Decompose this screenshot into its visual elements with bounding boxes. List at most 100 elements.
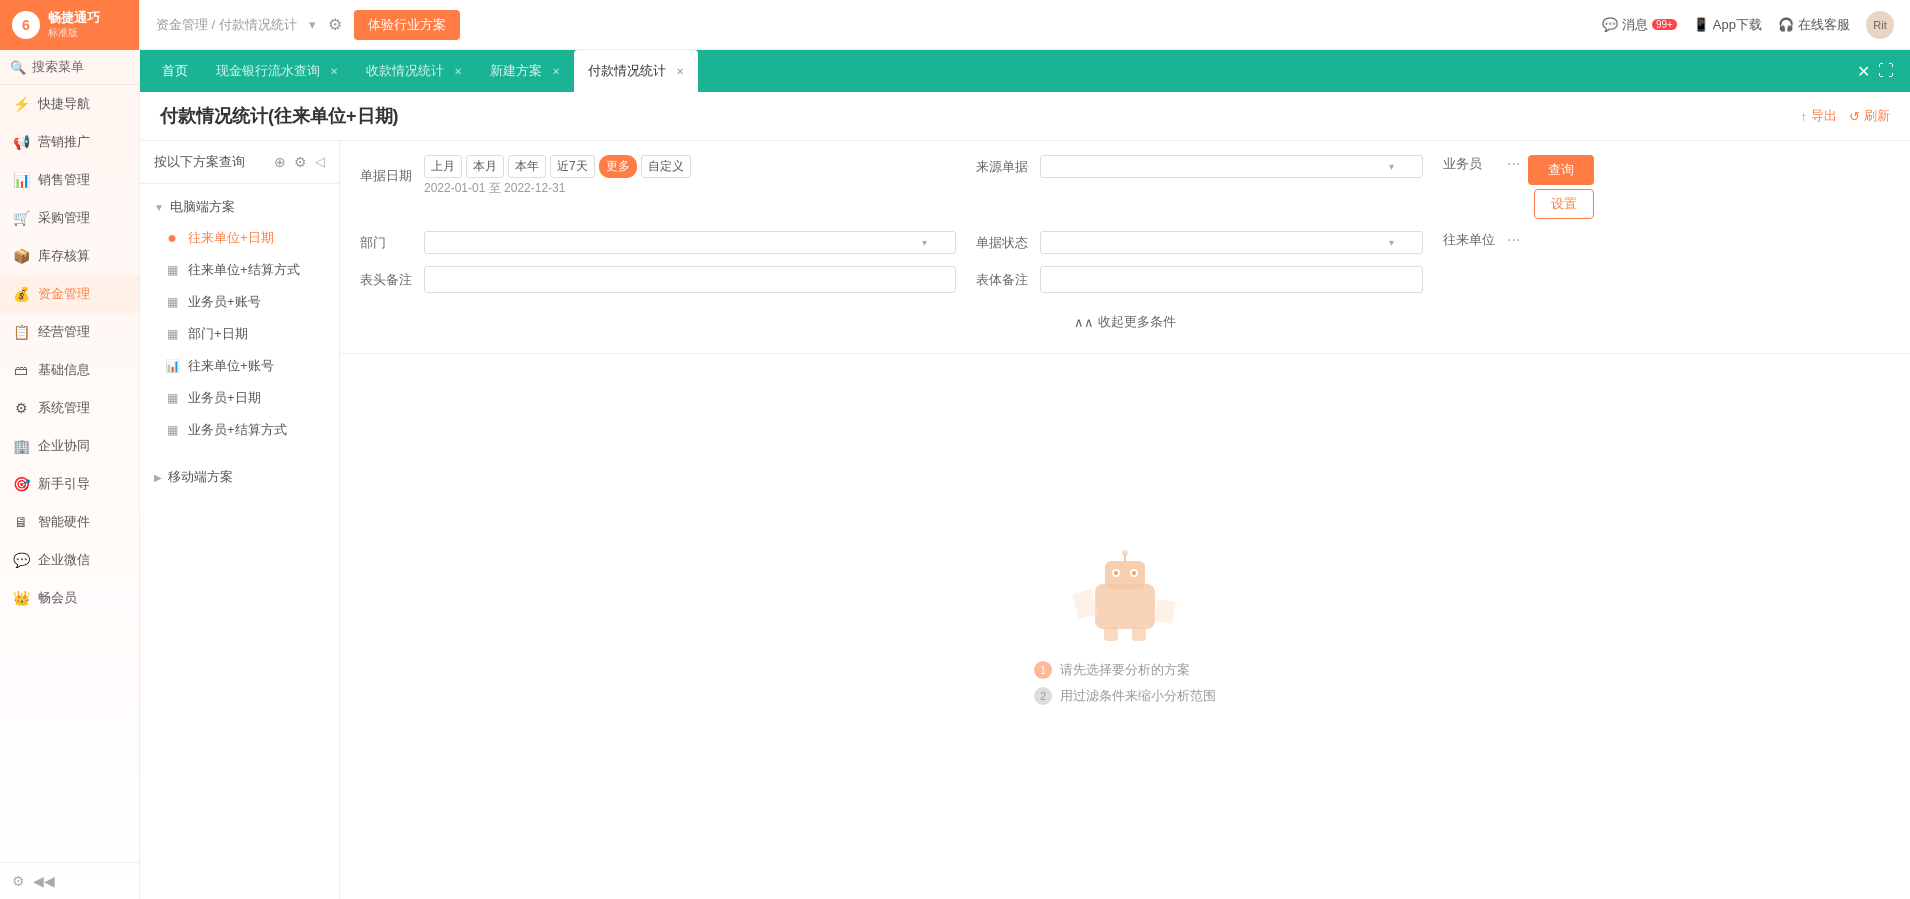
date-btn-last-month[interactable]: 上月 [424, 155, 462, 178]
sales-icon: 📊 [12, 171, 30, 189]
tab-payment[interactable]: 付款情况统计 ✕ [574, 50, 698, 92]
receipt-status-select[interactable]: ▾ [1040, 231, 1423, 254]
plan-grid-icon4: ▦ [164, 390, 180, 406]
trial-btn[interactable]: 体验行业方案 [354, 10, 460, 40]
plan-item-staff-settlement[interactable]: ▦ 业务员+结算方式 [140, 414, 339, 446]
app-download-action[interactable]: 📱 App下载 [1693, 16, 1762, 34]
dept-select[interactable]: ▾ [424, 231, 956, 254]
sidebar-item-operation[interactable]: 📋 经营管理 [0, 313, 139, 351]
settings-footer-icon[interactable]: ⚙ [12, 873, 25, 889]
plan-item-label: 往来单位+结算方式 [188, 261, 300, 279]
header-dropdown-icon[interactable]: ▾ [309, 17, 316, 32]
sidebar-item-inventory[interactable]: 📦 库存核算 [0, 237, 139, 275]
messages-action[interactable]: 💬 消息 99+ [1602, 16, 1677, 34]
header-right: 💬 消息 99+ 📱 App下载 🎧 在线客服 Rit [1602, 11, 1894, 39]
collapse-more-btn[interactable]: ∧∧ 收起更多条件 [360, 305, 1890, 339]
date-btn-this-year[interactable]: 本年 [508, 155, 546, 178]
source-select[interactable]: ▾ [1040, 155, 1423, 178]
svg-rect-9 [1132, 627, 1146, 641]
plan-item-unit-settlement[interactable]: ▦ 往来单位+结算方式 [140, 254, 339, 286]
inventory-icon: 📦 [12, 247, 30, 265]
plan-item-staff-account[interactable]: ▦ 业务员+账号 [140, 286, 339, 318]
sidebar-item-guide[interactable]: 🎯 新手引导 [0, 465, 139, 503]
mobile-section: ▶ 移动端方案 [140, 454, 339, 500]
page-content: 付款情况统计(往来单位+日期) ↑ 导出 ↺ 刷新 按以下方案查询 ⊕ [140, 92, 1910, 899]
search-menu[interactable]: 🔍 搜索菜单 [0, 50, 139, 85]
left-panel-action-btns: ⊕ ⚙ ◁ [274, 154, 325, 170]
pc-section-title[interactable]: ▼ 电脑端方案 [140, 192, 339, 222]
messages-label: 消息 [1622, 16, 1648, 34]
date-btn-7days[interactable]: 近7天 [550, 155, 595, 178]
svg-point-4 [1114, 571, 1118, 575]
sidebar-item-system[interactable]: ⚙ 系统管理 [0, 389, 139, 427]
plan-item-staff-date[interactable]: ▦ 业务员+日期 [140, 382, 339, 414]
marketing-icon: 📢 [12, 133, 30, 151]
main-area: 资金管理 / 付款情况统计 ▾ ⚙ 体验行业方案 💬 消息 99+ 📱 App下… [140, 0, 1910, 899]
plan-item-dept-date[interactable]: ▦ 部门+日期 [140, 318, 339, 350]
user-avatar[interactable]: Rit [1866, 11, 1894, 39]
sidebar-item-sales[interactable]: 📊 销售管理 [0, 161, 139, 199]
tab-bank-flow[interactable]: 现金银行流水查询 ✕ [202, 50, 352, 92]
tab-new-plan-close[interactable]: ✕ [552, 66, 560, 77]
sidebar-item-marketing[interactable]: 📢 营销推广 [0, 123, 139, 161]
date-btn-custom[interactable]: 自定义 [641, 155, 691, 178]
tip-num-1: 1 [1034, 661, 1052, 679]
header-note-input[interactable] [424, 266, 956, 293]
sidebar-item-member[interactable]: 👑 畅会员 [0, 579, 139, 617]
filter-area: 单据日期 上月 本月 本年 近7天 更多 自定义 20 [340, 141, 1910, 354]
add-plan-icon[interactable]: ⊕ [274, 154, 286, 170]
sidebar-item-label: 销售管理 [38, 171, 90, 189]
date-label: 单据日期 [360, 167, 416, 185]
plan-item-label: 部门+日期 [188, 325, 248, 343]
filter-dept: 部门 ▾ [360, 231, 956, 254]
empty-tips: 1 请先选择要分析的方案 2 用过滤条件来缩小分析范围 [1034, 661, 1216, 705]
collapse-sidebar-icon[interactable]: ◀◀ [33, 873, 55, 889]
sidebar-item-basic[interactable]: 🗃 基础信息 [0, 351, 139, 389]
pc-section-label: 电脑端方案 [170, 198, 235, 216]
sidebar-item-purchase[interactable]: 🛒 采购管理 [0, 199, 139, 237]
online-service-action[interactable]: 🎧 在线客服 [1778, 16, 1850, 34]
counterpart-select-dots[interactable]: ··· [1507, 231, 1520, 249]
tab-home[interactable]: 首页 [148, 50, 202, 92]
dept-label: 部门 [360, 234, 416, 252]
filter-receipt-status: 单据状态 ▾ [976, 231, 1423, 254]
export-label: 导出 [1811, 107, 1837, 125]
sidebar-item-hardware[interactable]: 🖥 智能硬件 [0, 503, 139, 541]
plan-item-unit-account[interactable]: 📊 往来单位+账号 [140, 350, 339, 382]
tab-bank-flow-label: 现金银行流水查询 [216, 62, 320, 80]
plan-item-unit-date[interactable]: ● 往来单位+日期 [140, 222, 339, 254]
tab-payment-close[interactable]: ✕ [676, 66, 684, 77]
sidebar-item-quick-nav[interactable]: ⚡ 快捷导航 [0, 85, 139, 123]
plan-item-label: 往来单位+日期 [188, 229, 274, 247]
body-note-input[interactable] [1040, 266, 1423, 293]
close-all-tabs-icon[interactable]: ✕ [1857, 62, 1870, 81]
empty-illustration [1065, 549, 1185, 649]
filter-counterpart: 往来单位 ··· [1443, 231, 1890, 249]
sidebar-item-wechat[interactable]: 💬 企业微信 [0, 541, 139, 579]
date-btn-more[interactable]: 更多 [599, 155, 637, 178]
collapse-panel-icon[interactable]: ◁ [315, 154, 325, 170]
tab-collection[interactable]: 收款情况统计 ✕ [352, 50, 476, 92]
query-btn[interactable]: 查询 [1528, 155, 1594, 185]
date-btn-this-month[interactable]: 本月 [466, 155, 504, 178]
tip-text-2: 用过滤条件来缩小分析范围 [1060, 687, 1216, 705]
tab-collection-close[interactable]: ✕ [454, 66, 462, 77]
refresh-label: 刷新 [1864, 107, 1890, 125]
tab-bank-flow-close[interactable]: ✕ [330, 66, 338, 77]
tip-text-1: 请先选择要分析的方案 [1060, 661, 1190, 679]
export-action[interactable]: ↑ 导出 [1801, 107, 1838, 125]
header-settings-icon[interactable]: ⚙ [328, 15, 342, 34]
staff-select-dots[interactable]: ··· [1507, 155, 1520, 173]
mobile-section-title[interactable]: ▶ 移动端方案 [140, 462, 339, 492]
collapse-label: 收起更多条件 [1098, 313, 1176, 331]
refresh-action[interactable]: ↺ 刷新 [1849, 107, 1890, 125]
sidebar-item-enterprise[interactable]: 🏢 企业协同 [0, 427, 139, 465]
tab-new-plan[interactable]: 新建方案 ✕ [476, 50, 574, 92]
content-area: 按以下方案查询 ⊕ ⚙ ◁ ▼ 电脑端方案 ● 往来单位+日期 [140, 141, 1910, 899]
expand-tab-icon[interactable]: ⛶ [1878, 62, 1894, 81]
wechat-icon: 💬 [12, 551, 30, 569]
manage-plan-icon[interactable]: ⚙ [294, 154, 307, 170]
sidebar-item-finance[interactable]: 💰 资金管理 [0, 275, 139, 313]
app-logo-icon: 6 [12, 11, 40, 39]
settings-btn[interactable]: 设置 [1534, 189, 1594, 219]
